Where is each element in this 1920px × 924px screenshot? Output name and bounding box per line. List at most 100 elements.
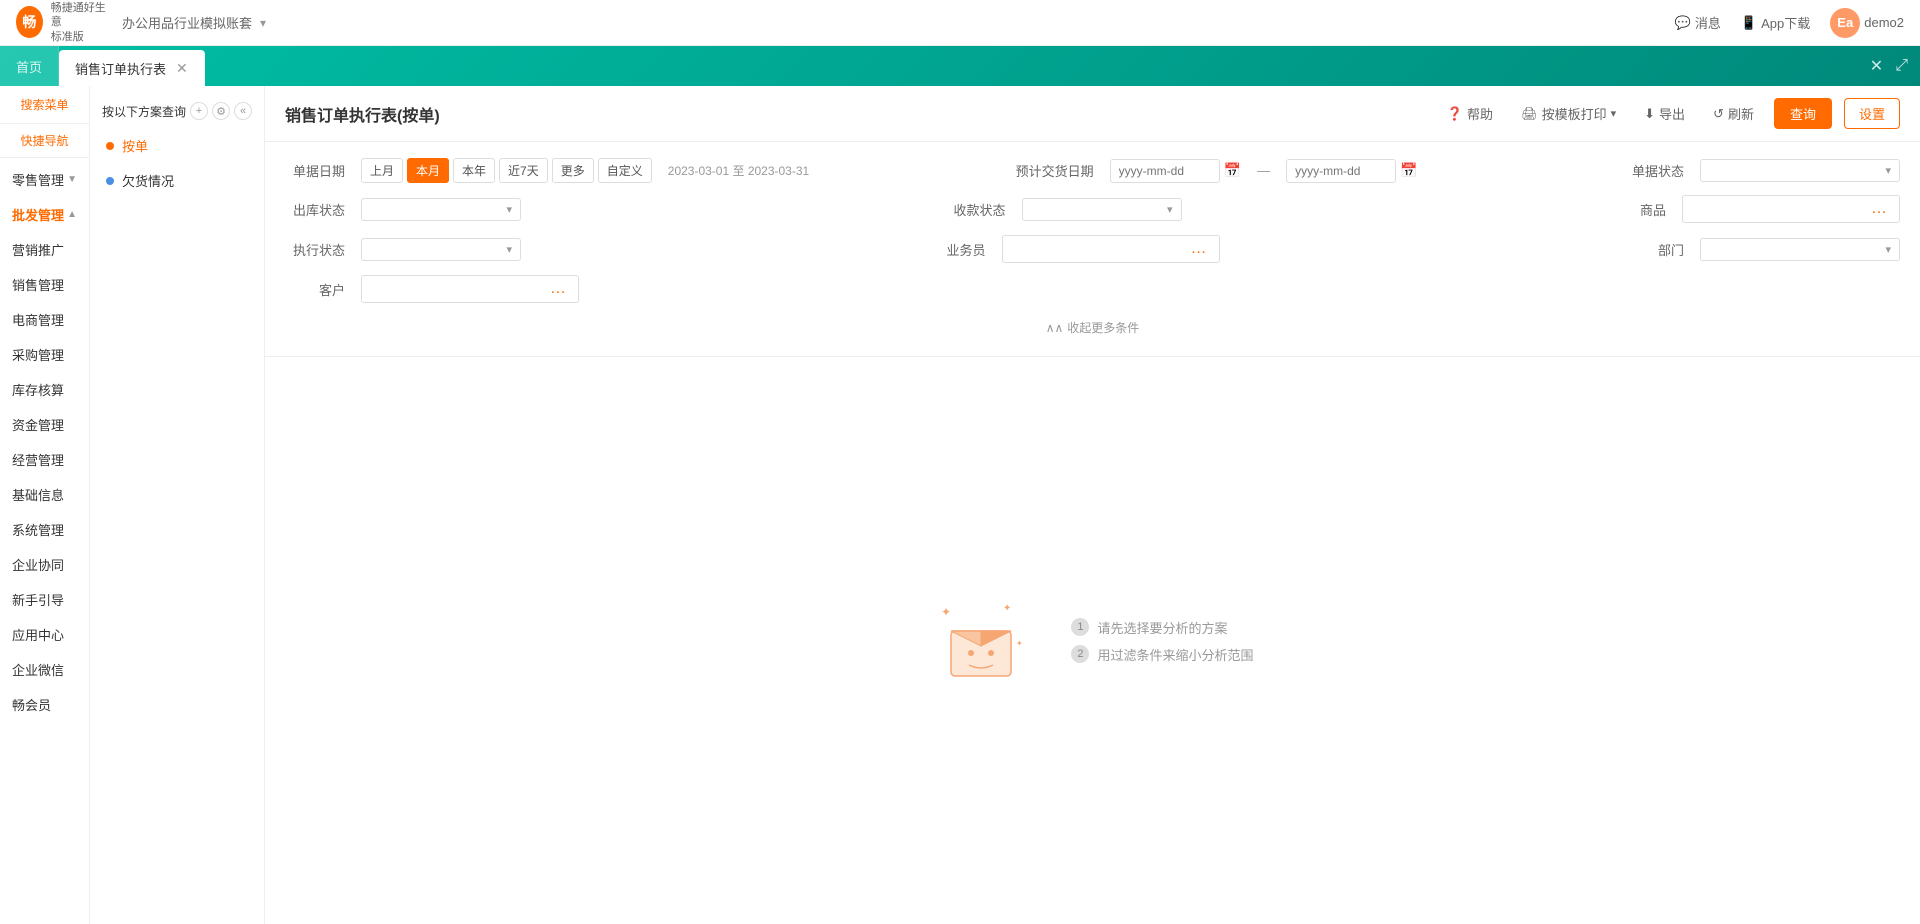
payment-arrow-icon: ▾ (1167, 203, 1173, 216)
main-layout: 搜索菜单 快捷导航 零售管理 批发管理 营销推广 销售管理 电商管理 采购管理 (0, 86, 1920, 924)
department-arrow-icon: ▾ (1885, 243, 1891, 256)
sidebar-item-operations[interactable]: 经营管理 (0, 442, 89, 477)
app-download-button[interactable]: 📱 App下载 (1741, 13, 1810, 32)
empty-step-2: 2 用过滤条件来缩小分析范围 (1071, 645, 1253, 664)
sidebar-item-ecommerce[interactable]: 电商管理 (0, 302, 89, 337)
expected-date-to-group: 📅 (1286, 159, 1417, 183)
sidebar-quick-nav[interactable]: 快捷导航 (0, 124, 89, 158)
help-icon: ❓ (1447, 106, 1463, 122)
message-button[interactable]: 💬 消息 (1675, 13, 1721, 32)
avatar: Ea (1830, 8, 1860, 38)
execution-status-select[interactable]: ▾ (361, 238, 521, 261)
tab-bar: 首页 销售订单执行表 ✕ ✕ ⤢ (0, 46, 1920, 86)
filter-row-3: 执行状态 ▾ 业务员 … 部门 (285, 235, 1900, 263)
collapse-icon: ∧∧ (1046, 321, 1064, 335)
tab-sales-order[interactable]: 销售订单执行表 ✕ (59, 50, 205, 86)
sub-nav-header-icons: + ⚙ « (190, 102, 252, 120)
sidebar-search[interactable]: 搜索菜单 (0, 86, 89, 124)
order-status-select[interactable]: ▾ (1700, 159, 1900, 182)
expected-date-to-input[interactable] (1286, 159, 1396, 183)
tab-close-all-icon[interactable]: ✕ (1870, 56, 1883, 76)
expected-date-from-input[interactable] (1110, 159, 1220, 183)
salesperson-input-group: … (1002, 235, 1220, 263)
sub-nav-item-order[interactable]: 按单 (90, 128, 264, 163)
date-to-calendar-icon[interactable]: 📅 (1400, 162, 1417, 179)
salesperson-input[interactable] (1011, 242, 1187, 257)
sidebar-item-finance[interactable]: 资金管理 (0, 407, 89, 442)
empty-state-illustration: ✦ ✦ ✦ (931, 591, 1031, 691)
execution-status-label: 执行状态 (285, 240, 345, 259)
breadcrumb-area: 办公用品行业模拟账套 ▾ (106, 13, 1675, 32)
sub-nav-item-debt[interactable]: 欠货情况 (90, 163, 264, 198)
sidebar-item-system[interactable]: 系统管理 (0, 512, 89, 547)
product-label: 商品 (1606, 200, 1666, 219)
sidebar-item-wholesale[interactable]: 批发管理 (0, 197, 89, 232)
tab-home[interactable]: 首页 (0, 46, 59, 86)
sidebar-item-sales-mgmt[interactable]: 销售管理 (0, 267, 89, 302)
breadcrumb-dropdown-icon[interactable]: ▾ (260, 16, 266, 30)
sub-nav-settings-icon[interactable]: ⚙ (212, 102, 230, 120)
tab-close-icon[interactable]: ✕ (176, 60, 188, 77)
export-button[interactable]: ⬇ 导出 (1636, 100, 1693, 127)
product-ellipsis-icon[interactable]: … (1867, 200, 1891, 218)
sidebar-item-basic-info[interactable]: 基础信息 (0, 477, 89, 512)
customer-input[interactable] (370, 282, 546, 297)
delivery-status-select[interactable]: ▾ (361, 198, 521, 221)
date-btn-last-month[interactable]: 上月 (361, 158, 403, 183)
customer-ellipsis-icon[interactable]: … (546, 280, 570, 298)
sidebar-item-marketing[interactable]: 营销推广 (0, 232, 89, 267)
date-btn-custom[interactable]: 自定义 (598, 158, 652, 183)
sidebar-item-enterprise[interactable]: 企业协同 (0, 547, 89, 582)
sidebar-item-inventory[interactable]: 库存核算 (0, 372, 89, 407)
date-btn-this-month[interactable]: 本月 (407, 158, 449, 183)
order-status-arrow-icon: ▾ (1885, 164, 1891, 177)
customer-input-group: … (361, 275, 579, 303)
logo-area: 畅 畅捷通好生意 标准版 (16, 1, 106, 44)
sub-nav-add-icon[interactable]: + (190, 102, 208, 120)
breadcrumb: 办公用品行业模拟账套 (122, 13, 252, 32)
settings-button[interactable]: 设置 (1844, 98, 1900, 129)
department-label: 部门 (1624, 240, 1684, 259)
page-actions: ❓ 帮助 🖨 按模板打印 ▾ ⬇ 导出 ↺ (1439, 98, 1900, 129)
page-main: 销售订单执行表(按单) ❓ 帮助 🖨 按模板打印 ▾ ⬇ (265, 86, 1920, 924)
collapse-button[interactable]: ∧∧ 收起更多条件 (1038, 315, 1148, 340)
svg-text:✦: ✦ (941, 605, 951, 619)
product-input-group: … (1682, 195, 1900, 223)
sidebar-item-app-center[interactable]: 应用中心 (0, 617, 89, 652)
user-profile[interactable]: Ea demo2 (1830, 8, 1904, 38)
page-header: 销售订单执行表(按单) ❓ 帮助 🖨 按模板打印 ▾ ⬇ (265, 86, 1920, 142)
query-button[interactable]: 查询 (1774, 98, 1832, 129)
expected-date-from-group: 📅 (1110, 159, 1241, 183)
order-dot (106, 142, 114, 150)
sidebar-item-member[interactable]: 畅会员 (0, 687, 89, 722)
department-select[interactable]: ▾ (1700, 238, 1900, 261)
svg-text:✦: ✦ (1003, 603, 1011, 614)
date-label: 单据日期 (285, 161, 345, 180)
product-input[interactable] (1691, 202, 1867, 217)
sidebar-item-newuser[interactable]: 新手引导 (0, 582, 89, 617)
refresh-icon: ↺ (1713, 106, 1724, 122)
sidebar-item-retail[interactable]: 零售管理 (0, 162, 89, 197)
sidebar-item-purchase[interactable]: 采购管理 (0, 337, 89, 372)
tab-expand-icon[interactable]: ⤢ (1895, 57, 1908, 75)
message-icon: 💬 (1675, 15, 1691, 31)
date-btn-this-year[interactable]: 本年 (453, 158, 495, 183)
sub-nav-collapse-icon[interactable]: « (234, 102, 252, 120)
sub-nav: 按以下方案查询 + ⚙ « 按单 (90, 86, 265, 924)
date-btn-last7days[interactable]: 近7天 (499, 158, 548, 183)
sidebar: 搜索菜单 快捷导航 零售管理 批发管理 营销推广 销售管理 电商管理 采购管理 (0, 86, 90, 924)
sidebar-item-wechat[interactable]: 企业微信 (0, 652, 89, 687)
empty-step-1: 1 请先选择要分析的方案 (1071, 618, 1253, 637)
salesperson-ellipsis-icon[interactable]: … (1187, 240, 1211, 258)
print-button[interactable]: 🖨 按模板打印 ▾ (1513, 100, 1624, 127)
step-2-num: 2 (1071, 645, 1089, 663)
refresh-button[interactable]: ↺ 刷新 (1705, 100, 1762, 127)
help-button[interactable]: ❓ 帮助 (1439, 100, 1501, 127)
date-btn-more[interactable]: 更多 (552, 158, 594, 183)
payment-status-select[interactable]: ▾ (1022, 198, 1182, 221)
customer-label: 客户 (285, 280, 345, 299)
step-1-num: 1 (1071, 618, 1089, 636)
date-from-calendar-icon[interactable]: 📅 (1224, 162, 1241, 179)
page-title: 销售订单执行表(按单) (285, 102, 440, 126)
sub-nav-header: 按以下方案查询 + ⚙ « (90, 98, 264, 128)
